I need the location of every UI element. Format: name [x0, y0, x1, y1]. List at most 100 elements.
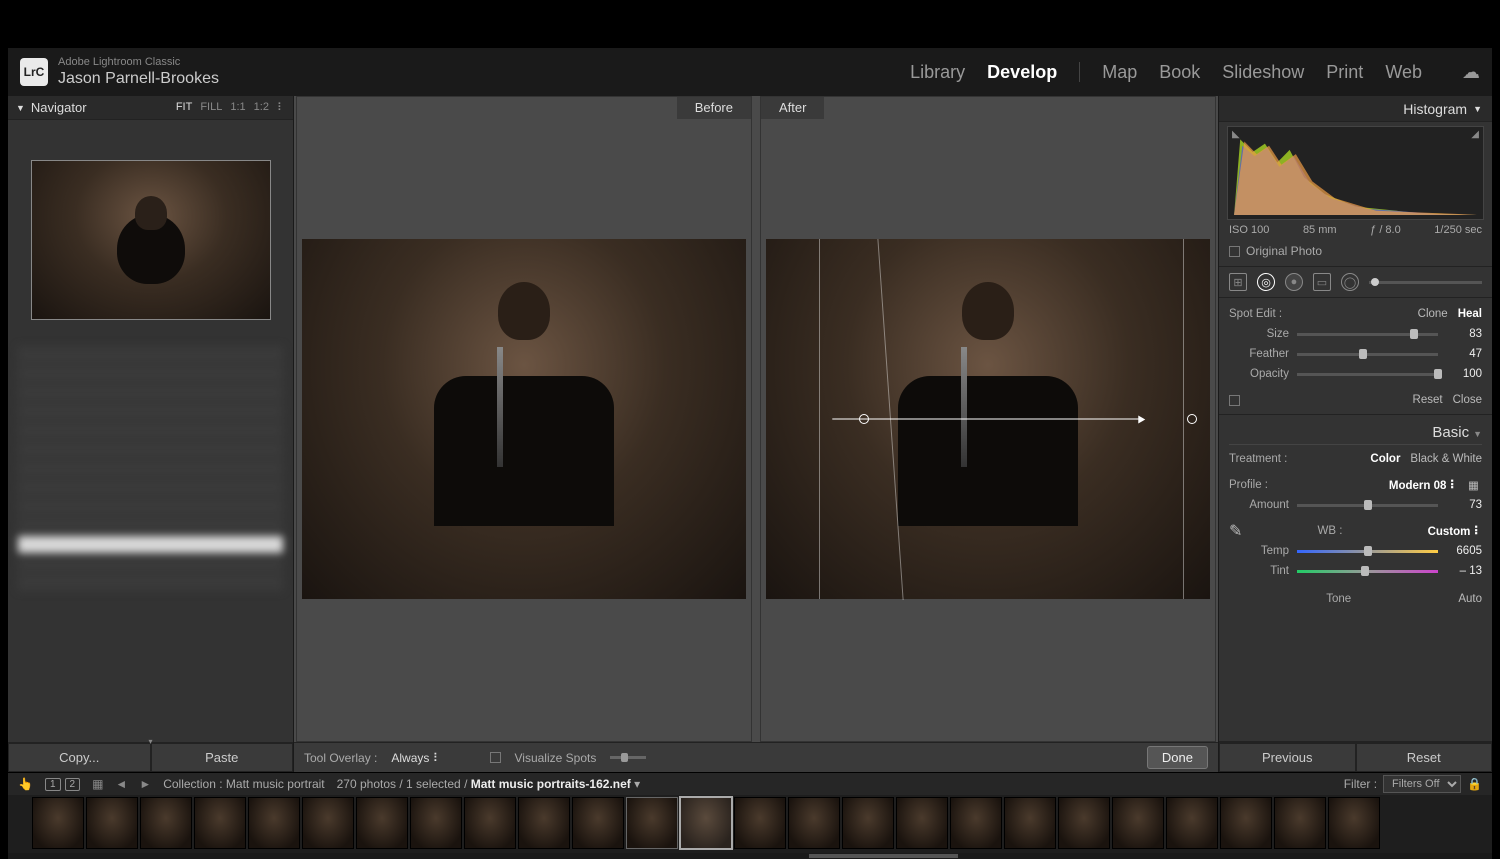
wb-dropdown[interactable]: Custom ⠇ [1428, 524, 1482, 538]
grid-view-icon[interactable]: ▦ [92, 777, 103, 791]
profile-label: Profile : [1229, 479, 1268, 491]
module-book[interactable]: Book [1159, 62, 1200, 83]
basic-panel: Basic▼ Treatment : Color Black & White P… [1219, 415, 1492, 742]
module-develop[interactable]: Develop [987, 62, 1057, 83]
collections-list[interactable] [8, 340, 293, 742]
selected-thumbnail[interactable] [680, 797, 732, 849]
visualize-spots-slider[interactable] [610, 756, 646, 759]
visualize-spots-checkbox[interactable] [490, 752, 501, 763]
filmstrip: 👆 1 2 ▦ ◄ ► Collection : Matt music port… [8, 772, 1492, 859]
temp-slider[interactable] [1297, 550, 1438, 553]
zoom-1-1[interactable]: 1:1 [230, 101, 245, 114]
redeye-tool-icon[interactable]: ● [1285, 273, 1303, 291]
spot-sync-checkbox[interactable] [1229, 395, 1240, 406]
size-value[interactable]: 83 [1446, 328, 1482, 340]
module-library[interactable]: Library [910, 62, 965, 83]
identity-plate[interactable]: Jason Parnell-Brookes [58, 69, 219, 88]
cloud-sync-icon[interactable]: ☁ [1462, 62, 1480, 83]
copy-button[interactable]: Copy... [8, 743, 151, 772]
panel-grip-icon[interactable]: ▾ [148, 737, 152, 746]
histogram-graph[interactable]: ◣ ◢ [1227, 126, 1484, 220]
zoom-fit[interactable]: FIT [176, 101, 193, 114]
collection-name[interactable]: Matt music portrait [226, 777, 325, 791]
disclosure-triangle-icon[interactable]: ▼ [16, 103, 25, 113]
module-print[interactable]: Print [1326, 62, 1363, 83]
original-photo-row[interactable]: Original Photo [1219, 240, 1492, 267]
shadow-clipping-icon[interactable]: ◣ [1232, 129, 1240, 140]
paste-button[interactable]: Paste [151, 743, 294, 772]
opacity-slider[interactable] [1297, 373, 1438, 376]
amount-label: Amount [1229, 499, 1289, 511]
tint-slider[interactable] [1297, 570, 1438, 573]
monitor-1[interactable]: 1 [45, 778, 61, 791]
auto-tone-button[interactable]: Auto [1458, 593, 1482, 605]
filter-lock-icon[interactable]: 🔒 [1467, 777, 1482, 791]
navigator-title: Navigator [31, 100, 87, 115]
navigator-preview[interactable] [31, 160, 271, 320]
profile-browser-icon[interactable]: ▦ [1468, 478, 1482, 492]
treatment-color[interactable]: Color [1370, 453, 1400, 465]
app-name: Adobe Lightroom Classic [58, 56, 219, 69]
module-web[interactable]: Web [1385, 62, 1422, 83]
after-pane[interactable]: After [760, 96, 1216, 742]
spot-edit-target-pin[interactable] [1187, 414, 1197, 424]
spot-removal-tool-icon[interactable]: ◎ [1257, 273, 1275, 291]
zoom-1-2[interactable]: 1:2 [254, 101, 269, 114]
spot-close-button[interactable]: Close [1453, 394, 1482, 406]
app-logo: LrC [20, 58, 48, 86]
treatment-bw[interactable]: Black & White [1410, 453, 1482, 465]
before-pane[interactable]: Before [296, 96, 752, 742]
navigator-header[interactable]: ▼ Navigator FIT FILL 1:1 1:2 ⠇ [8, 96, 293, 120]
amount-slider[interactable] [1297, 504, 1438, 507]
filter-dropdown[interactable]: Filters Off [1383, 775, 1461, 793]
radial-filter-icon[interactable]: ◯ [1341, 273, 1359, 291]
current-filename: Matt music portraits-162.nef [471, 777, 631, 791]
secondary-display-icon[interactable]: 👆 [18, 777, 33, 791]
zoom-more-icon[interactable]: ⠇ [277, 101, 285, 114]
filmstrip-thumbnails[interactable] [8, 795, 1492, 853]
monitor-2[interactable]: 2 [65, 778, 81, 791]
spot-edit-link-icon[interactable] [832, 419, 1143, 420]
size-slider[interactable] [1297, 333, 1438, 336]
develop-toolbar: Tool Overlay : Always ⠇ Visualize Spots … [294, 742, 1218, 772]
after-label: After [761, 97, 824, 119]
module-slideshow[interactable]: Slideshow [1222, 62, 1304, 83]
histogram-header[interactable]: Histogram ▼ [1219, 96, 1492, 122]
amount-value[interactable]: 73 [1446, 499, 1482, 511]
zoom-fill[interactable]: FILL [200, 101, 222, 114]
monitor-selector[interactable]: 1 2 [45, 778, 80, 791]
done-button[interactable]: Done [1147, 746, 1208, 769]
basic-panel-title[interactable]: Basic▼ [1229, 421, 1482, 445]
eyedropper-icon[interactable]: ✎ [1229, 521, 1242, 541]
profile-dropdown[interactable]: Modern 08 ⠇ [1389, 478, 1458, 492]
spot-edit-source-pin[interactable] [859, 414, 869, 424]
module-map[interactable]: Map [1102, 62, 1137, 83]
before-after-compare: Before After [294, 96, 1218, 742]
collection-label: Collection : [163, 777, 222, 791]
navigator-zoom: FIT FILL 1:1 1:2 ⠇ [176, 101, 285, 114]
previous-button[interactable]: Previous [1219, 743, 1356, 772]
temp-value[interactable]: 6605 [1446, 545, 1482, 557]
tool-overlay-label: Tool Overlay : [304, 751, 377, 765]
nav-forward-icon[interactable]: ► [139, 777, 151, 791]
reset-button[interactable]: Reset [1356, 743, 1493, 772]
feather-value[interactable]: 47 [1446, 348, 1482, 360]
filmstrip-scrollbar[interactable] [8, 853, 1492, 859]
crop-tool-icon[interactable]: ⊞ [1229, 273, 1247, 291]
clone-button[interactable]: Clone [1418, 308, 1448, 320]
disclosure-triangle-icon[interactable]: ▼ [1473, 104, 1482, 114]
spot-reset-button[interactable]: Reset [1413, 394, 1443, 406]
highlight-clipping-icon[interactable]: ◢ [1471, 129, 1479, 140]
brush-size-slider[interactable] [1369, 281, 1482, 284]
heal-button[interactable]: Heal [1458, 308, 1482, 320]
tint-value[interactable]: – 13 [1446, 565, 1482, 577]
opacity-value[interactable]: 100 [1446, 368, 1482, 380]
tool-strip: ⊞ ◎ ● ▭ ◯ [1219, 267, 1492, 298]
visualize-spots-label: Visualize Spots [515, 751, 597, 765]
original-photo-checkbox[interactable] [1229, 246, 1240, 257]
histogram-exif: ISO 100 85 mm ƒ / 8.0 1/250 sec [1219, 220, 1492, 240]
feather-slider[interactable] [1297, 353, 1438, 356]
graduated-filter-icon[interactable]: ▭ [1313, 273, 1331, 291]
nav-back-icon[interactable]: ◄ [115, 777, 127, 791]
tool-overlay-dropdown[interactable]: Always ⠇ [391, 751, 441, 765]
